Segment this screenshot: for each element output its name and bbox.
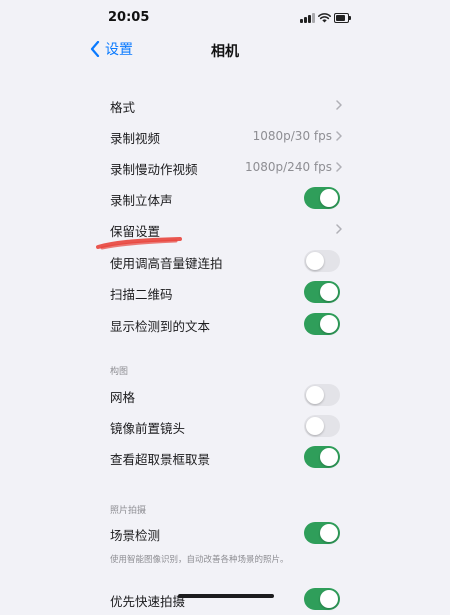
chevron-right-icon	[336, 131, 342, 141]
row-volume-burst: 使用调高音量键连拍	[90, 246, 358, 277]
toggle-knob	[320, 189, 338, 207]
show-detected-text-toggle[interactable]	[304, 313, 340, 335]
toggle-knob	[320, 315, 338, 333]
toggle-knob	[320, 524, 338, 542]
row-record-slomo-value: 1080p/240 fps	[244, 160, 332, 174]
status-bar: 20:05	[0, 0, 450, 34]
row-format-label: 格式	[110, 100, 136, 115]
toggle-knob	[306, 386, 324, 404]
row-record-video-label: 录制视频	[110, 131, 161, 146]
row-format[interactable]: 格式	[90, 90, 358, 121]
row-record-video-value: 1080p/30 fps	[252, 129, 332, 143]
section-header-photo-capture: 照片拍摄	[110, 506, 147, 516]
navigation-bar: 设置 相机	[0, 34, 450, 64]
row-view-outside-frame: 查看超取景框取景	[90, 442, 358, 473]
scene-detection-toggle[interactable]	[304, 522, 340, 544]
home-indicator	[178, 594, 274, 598]
page-title: 相机	[0, 41, 450, 61]
row-view-outside-frame-label: 查看超取景框取景	[110, 452, 211, 467]
toggle-knob	[320, 283, 338, 301]
row-grid-label: 网格	[110, 390, 136, 405]
row-record-video[interactable]: 录制视频 1080p/30 fps	[90, 121, 358, 152]
toggle-knob	[306, 252, 324, 270]
row-prioritize-fast-label: 优先快速拍摄	[110, 594, 186, 609]
mirror-front-toggle[interactable]	[304, 415, 340, 437]
page-title-text: 相机	[211, 44, 239, 60]
row-scan-qr: 扫描二维码	[90, 277, 358, 308]
volume-burst-toggle[interactable]	[304, 250, 340, 272]
row-scene-detection-label: 场景检测	[110, 528, 161, 543]
status-icons	[300, 12, 352, 24]
grid-toggle[interactable]	[304, 384, 340, 406]
wifi-icon	[318, 13, 331, 23]
row-record-stereo: 录制立体声	[90, 183, 358, 214]
toggle-knob	[320, 448, 338, 466]
row-scan-qr-label: 扫描二维码	[110, 287, 173, 302]
section-header-composition: 构图	[110, 367, 129, 377]
status-time: 20:05	[108, 10, 150, 25]
row-scene-detection: 场景检测	[90, 518, 358, 549]
annotation-stroke	[96, 237, 182, 250]
row-volume-burst-label: 使用调高音量键连拍	[110, 256, 223, 271]
row-mirror-front-label: 镜像前置镜头	[110, 421, 186, 436]
scene-detection-footnote: 使用智能图像识别，自动改善各种场景的照片。	[110, 555, 289, 565]
prioritize-fast-toggle[interactable]	[304, 588, 340, 610]
row-mirror-front: 镜像前置镜头	[90, 411, 358, 442]
toggle-knob	[320, 590, 338, 608]
chevron-right-icon	[336, 162, 342, 172]
row-record-stereo-label: 录制立体声	[110, 193, 173, 208]
toggle-knob	[306, 417, 324, 435]
row-show-detected-text: 显示检测到的文本	[90, 309, 358, 340]
view-outside-frame-toggle[interactable]	[304, 446, 340, 468]
row-record-slomo-label: 录制慢动作视频	[110, 162, 198, 177]
cellular-signal-icon	[300, 12, 315, 23]
scan-qr-toggle[interactable]	[304, 281, 340, 303]
record-stereo-toggle[interactable]	[304, 187, 340, 209]
row-record-slomo[interactable]: 录制慢动作视频 1080p/240 fps	[90, 152, 358, 183]
chevron-right-icon	[336, 224, 342, 234]
battery-icon	[334, 13, 351, 23]
chevron-right-icon	[336, 100, 342, 110]
row-grid: 网格	[90, 380, 358, 411]
row-show-detected-text-label: 显示检测到的文本	[110, 319, 211, 334]
